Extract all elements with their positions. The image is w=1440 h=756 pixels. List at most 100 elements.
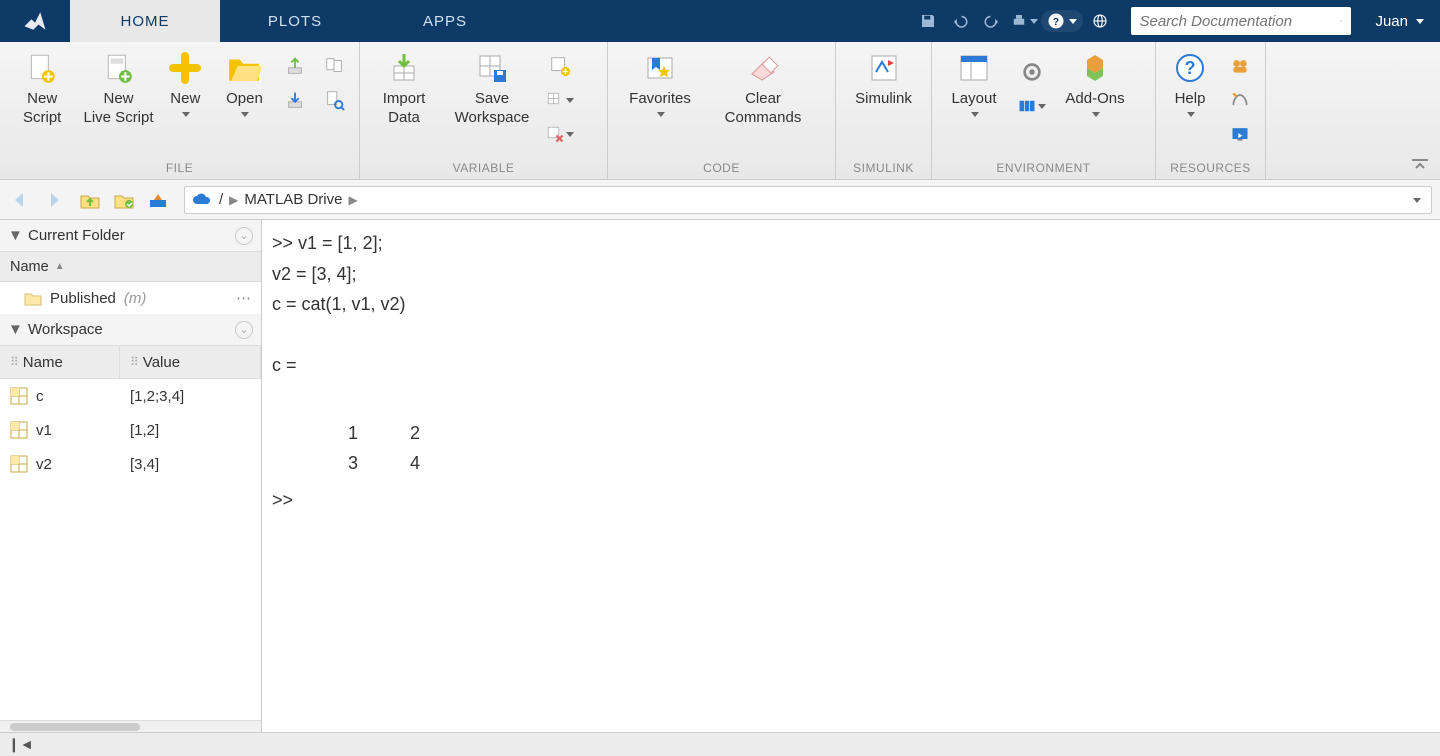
workspace-variable-row[interactable]: c[1,2;3,4] (0, 379, 261, 413)
left-scrollbar[interactable] (0, 720, 261, 732)
output-matrix: 1234 (322, 418, 446, 479)
set-path-icon[interactable] (1018, 92, 1046, 120)
tab-home[interactable]: HOME (70, 0, 220, 42)
ribbon-section-resources: ? Help RESOURCES (1156, 42, 1266, 179)
download-icon[interactable] (281, 86, 309, 114)
workspace-columns: ⠿Name ⠿Value (0, 346, 261, 379)
panel-options-icon[interactable]: ⌄ (235, 227, 253, 245)
status-bar: ❙◄ (0, 732, 1440, 756)
layout-dropdown[interactable]: Layout (936, 48, 1012, 120)
ribbon-section-variable: ImportData SaveWorkspace VARIABLE (360, 42, 608, 179)
rewind-icon[interactable]: ❙◄ (8, 736, 34, 753)
matlab-drive-icon[interactable] (144, 186, 172, 214)
command-line: >> v1 = [1, 2]; (272, 228, 1430, 259)
ribbon-section-simulink: Simulink SIMULINK (836, 42, 932, 179)
preferences-icon[interactable] (1018, 58, 1046, 86)
addons-dropdown[interactable]: Add-Ons (1052, 48, 1138, 120)
open-label: Open (226, 90, 263, 107)
sort-asc-icon: ▲ (55, 261, 65, 272)
workspace-col-value[interactable]: ⠿Value (120, 346, 261, 378)
folder-icon (24, 290, 42, 306)
addons-label: Add-Ons (1065, 90, 1124, 107)
cloud-icon (191, 192, 213, 208)
command-line: v2 = [3, 4]; (272, 259, 1430, 290)
clear-workspace-icon[interactable] (546, 120, 574, 148)
new-variable-icon[interactable] (546, 52, 574, 80)
path-segment[interactable]: MATLAB Drive (244, 191, 342, 208)
workspace-variable-row[interactable]: v1[1,2] (0, 413, 261, 447)
user-menu[interactable]: Juan (1359, 0, 1440, 42)
current-path[interactable]: / ▶ MATLAB Drive ▶ (184, 186, 1432, 214)
prompt: >> (272, 485, 1430, 516)
search-input[interactable] (1139, 13, 1340, 30)
panel-options-icon[interactable]: ⌄ (235, 321, 253, 339)
tab-apps[interactable]: APPS (370, 0, 520, 42)
redo-icon[interactable] (977, 6, 1007, 36)
command-window[interactable]: >> v1 = [1, 2];v2 = [3, 4];c = cat(1, v1… (262, 220, 1440, 732)
command-line (272, 320, 1430, 351)
chevron-right-icon[interactable]: ▶ (229, 193, 238, 207)
folder-item-published[interactable]: Published (m) ⋯ (0, 282, 261, 314)
svg-text:?: ? (1053, 16, 1059, 28)
upload-icon[interactable] (281, 52, 309, 80)
simulink-button[interactable]: Simulink (840, 48, 927, 109)
variable-icon (10, 421, 28, 439)
quick-access-toolbar: ? (913, 0, 1123, 42)
left-dock: ▼ Current Folder ⌄ Name ▲ Published (m) … (0, 220, 262, 732)
current-folder-columns[interactable]: Name ▲ (0, 252, 261, 282)
command-line: c = cat(1, v1, v2) (272, 289, 1430, 320)
main-area: ▼ Current Folder ⌄ Name ▲ Published (m) … (0, 220, 1440, 732)
path-root[interactable]: / (219, 191, 223, 208)
save-workspace-button[interactable]: SaveWorkspace (444, 48, 540, 128)
minimize-ribbon-icon[interactable] (1410, 157, 1430, 173)
ribbon-section-environment: Layout Add-Ons ENVIRONMENT (932, 42, 1156, 179)
favorites-dropdown[interactable]: Favorites (612, 48, 708, 120)
more-icon[interactable]: ⋯ (236, 289, 251, 307)
clear-commands-dropdown[interactable]: ClearCommands (708, 48, 818, 128)
svg-text:?: ? (1185, 58, 1196, 78)
workspace-variable-row[interactable]: v2[3,4] (0, 447, 261, 481)
section-label-simulink: SIMULINK (836, 159, 931, 179)
new-live-script-label: NewLive Script (80, 90, 156, 128)
workspace-header[interactable]: ▼ Workspace ⌄ (0, 314, 261, 346)
layout-label: Layout (951, 90, 996, 107)
new-live-script-button[interactable]: NewLive Script (80, 48, 156, 128)
save-workspace-label: SaveWorkspace (444, 90, 540, 128)
new-dropdown[interactable]: New (157, 48, 214, 120)
new-script-button[interactable]: NewScript (4, 48, 80, 128)
ribbon: NewScript NewLive Script New Open (0, 42, 1440, 180)
current-folder-header[interactable]: ▼ Current Folder ⌄ (0, 220, 261, 252)
ribbon-section-code: Favorites ClearCommands CODE (608, 42, 836, 179)
request-support-icon[interactable] (1226, 86, 1254, 114)
collapse-icon[interactable]: ▼ (8, 227, 22, 244)
help-dropdown-ribbon[interactable]: ? Help (1160, 48, 1220, 120)
undo-icon[interactable] (945, 6, 975, 36)
variable-icon (10, 455, 28, 473)
compare-files-icon[interactable] (321, 52, 349, 80)
path-history-dropdown[interactable] (1407, 191, 1425, 208)
learn-icon[interactable] (1226, 120, 1254, 148)
variable-icon (10, 387, 28, 405)
back-button[interactable] (8, 186, 36, 214)
section-label-code: CODE (608, 159, 835, 179)
simulink-label: Simulink (840, 90, 927, 109)
forward-button[interactable] (42, 186, 70, 214)
up-folder-icon[interactable] (76, 186, 104, 214)
community-icon[interactable] (1226, 52, 1254, 80)
open-variable-icon[interactable] (546, 86, 574, 114)
section-label-variable: VARIABLE (360, 159, 607, 179)
globe-icon[interactable] (1085, 6, 1115, 36)
workspace-col-name[interactable]: ⠿Name (0, 346, 120, 378)
tab-plots[interactable]: PLOTS (220, 0, 370, 42)
search-documentation[interactable] (1131, 7, 1351, 35)
find-files-icon[interactable] (321, 86, 349, 114)
chevron-right-icon[interactable]: ▶ (348, 193, 357, 207)
collapse-icon[interactable]: ▼ (8, 321, 22, 338)
import-data-button[interactable]: ImportData (364, 48, 444, 128)
browse-folder-icon[interactable] (110, 186, 138, 214)
username-label: Juan (1375, 13, 1408, 30)
save-icon[interactable] (913, 6, 943, 36)
open-dropdown[interactable]: Open (214, 48, 275, 120)
help-dropdown[interactable]: ? (1041, 10, 1083, 32)
print-icon[interactable] (1009, 6, 1039, 36)
